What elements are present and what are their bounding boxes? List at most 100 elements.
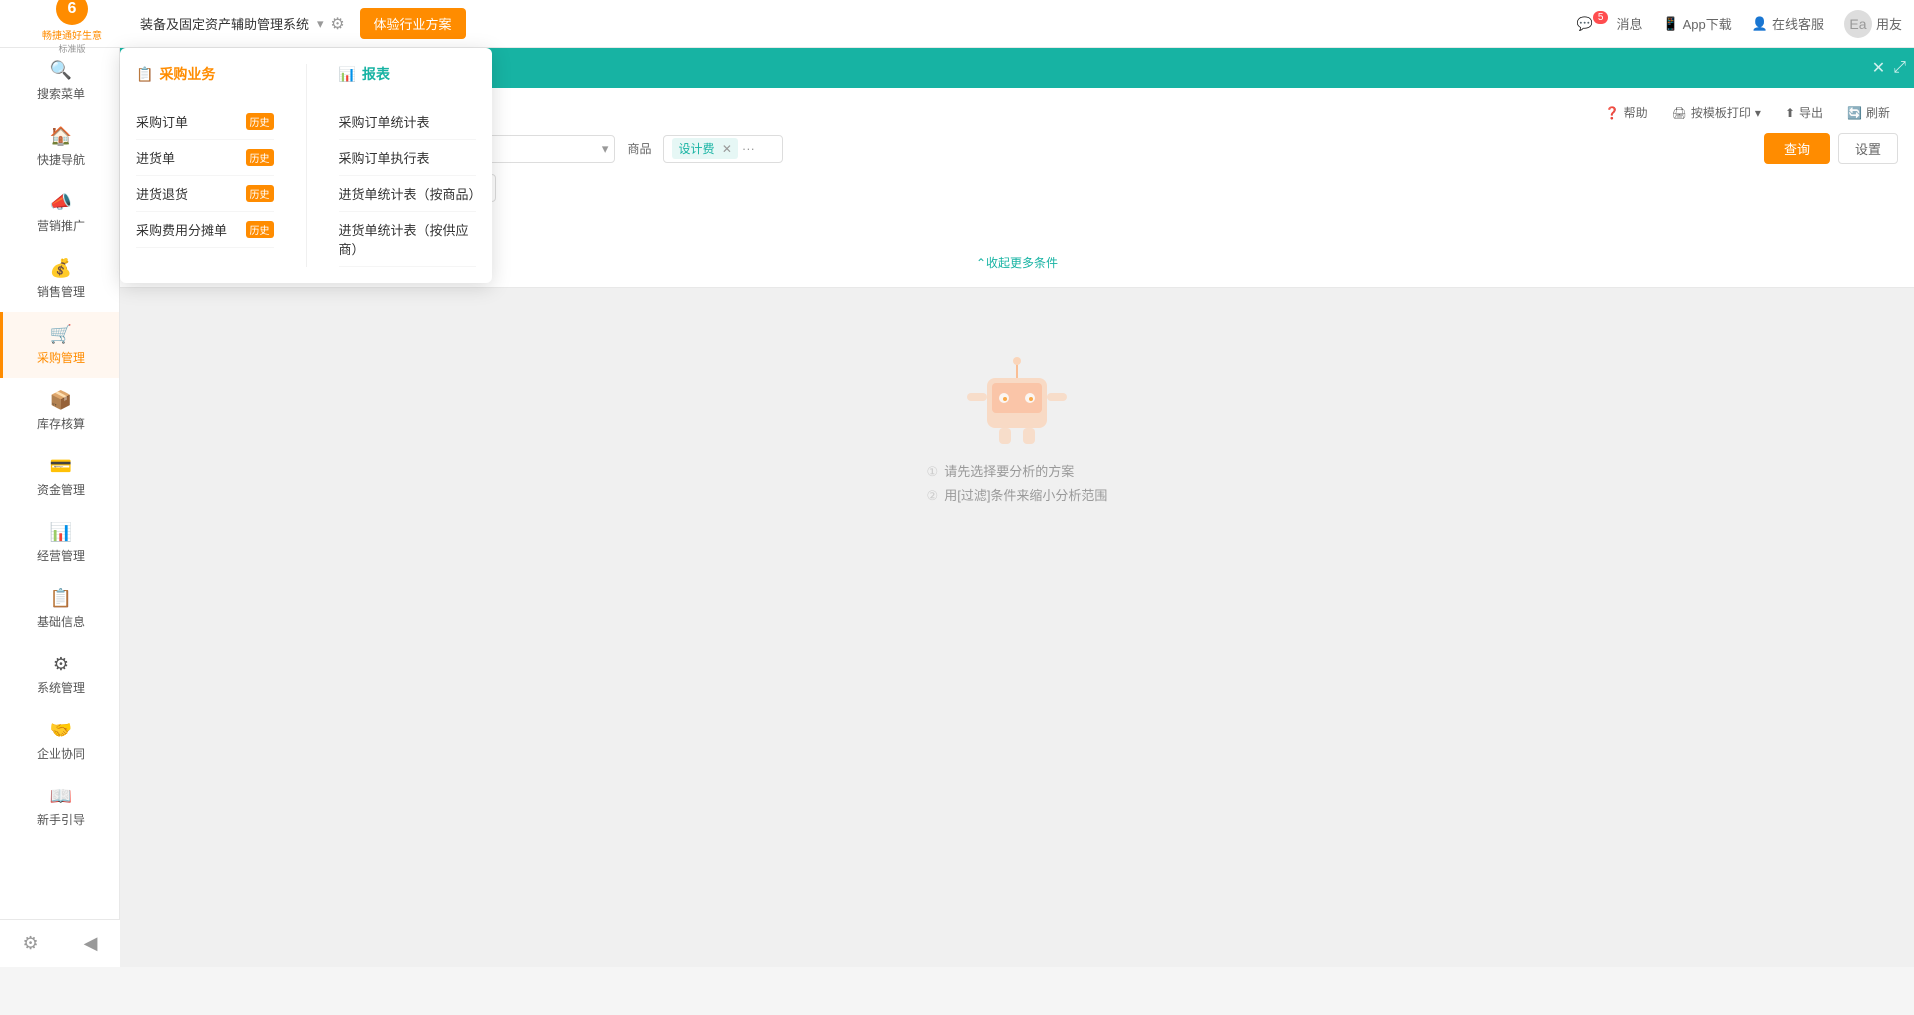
print-btn[interactable]: 🖨 按模板打印 ▾ — [1664, 100, 1769, 125]
sidebar-item-finance[interactable]: 💳 资金管理 — [0, 444, 119, 510]
sidebar: 🔍 搜索菜单 🏠 快捷导航 📣 营销推广 💰 销售管理 🛒 采购管理 📦 库存核… — [0, 48, 120, 967]
industry-solution-btn[interactable]: 体验行业方案 — [360, 8, 466, 39]
basic-icon: 📋 — [50, 588, 72, 609]
goods-filter: 设计费 ✕ ··· — [663, 135, 783, 163]
message-badge: 5 — [1593, 11, 1609, 24]
sidebar-item-search[interactable]: 🔍 搜索菜单 — [0, 48, 119, 114]
empty-hint-1: ① 请先选择要分析的方案 ② 用[过滤]条件来缩小分析范围 — [927, 460, 1108, 508]
goods-label: 商品 — [627, 140, 651, 157]
purchase-dropdown-menu: 📋 采购业务 采购订单 历史 进货单 历史 进货退货 历史 采购费用分摊单 历史… — [120, 48, 492, 283]
report-col-title-text: 报表 — [362, 64, 390, 84]
empty-state-illustration — [957, 348, 1077, 448]
purchase-col-icon: 📋 — [136, 66, 153, 83]
sidebar-item-sales[interactable]: 💰 销售管理 — [0, 246, 119, 312]
online-service-btn[interactable]: 👤 在线客服 — [1752, 14, 1824, 33]
user-label: 用友 — [1876, 14, 1902, 33]
service-icon: 👤 — [1752, 16, 1768, 32]
purchase-order-label: 采购订单 — [136, 112, 188, 131]
brand-name: 畅捷通好生意 — [42, 27, 102, 42]
brand-version: 标准版 — [58, 42, 85, 55]
dropdown-item-purchase-order-stats[interactable]: 采购订单统计表 — [339, 104, 477, 140]
sidebar-item-purchase[interactable]: 🛒 采购管理 — [0, 312, 119, 378]
app-download-btn[interactable]: 📱 App下载 — [1662, 14, 1731, 33]
sidebar-item-basic[interactable]: 📋 基础信息 — [0, 576, 119, 642]
purchase-icon: 🛒 — [50, 324, 72, 345]
settings-btn[interactable]: 设置 — [1838, 133, 1898, 164]
sidebar-label-purchase: 采购管理 — [37, 349, 85, 366]
dropdown-divider — [306, 64, 307, 267]
sidebar-item-guide[interactable]: 📖 新手引导 — [0, 774, 119, 840]
tab-maximize-icon[interactable]: ⤢ — [1893, 59, 1906, 77]
message-btn[interactable]: 💬 5 消息 — [1577, 14, 1643, 33]
purchase-in-label: 进货单 — [136, 148, 175, 167]
dropdown-item-purchase-expense[interactable]: 采购费用分摊单 历史 — [136, 212, 274, 248]
purchase-return-history-badge: 历史 — [246, 185, 274, 202]
query-btn[interactable]: 查询 — [1764, 133, 1830, 164]
tab-window-close-icon[interactable]: ✕ — [1872, 58, 1885, 78]
phone-icon: 📱 — [1662, 16, 1678, 32]
dropdown-item-in-stats-supplier[interactable]: 进货单统计表（按供应商） — [339, 212, 477, 267]
sidebar-item-business[interactable]: 📊 经营管理 — [0, 510, 119, 576]
sidebar-label-finance: 资金管理 — [37, 481, 85, 498]
sidebar-item-collab[interactable]: 🤝 企业协同 — [0, 708, 119, 774]
dropdown-item-purchase-order-exec[interactable]: 采购订单执行表 — [339, 140, 477, 176]
sidebar-label-sales: 销售管理 — [37, 283, 85, 300]
print-arrow-icon: ▾ — [1755, 106, 1761, 120]
collapse-label: 收起更多条件 — [986, 254, 1058, 271]
goods-more-dots[interactable]: ··· — [742, 141, 755, 156]
sidebar-item-marketing[interactable]: 📣 营销推广 — [0, 180, 119, 246]
sidebar-label-search: 搜索菜单 — [37, 85, 85, 102]
export-btn[interactable]: ⬆ 导出 — [1777, 100, 1831, 125]
help-icon: ❓ — [1605, 106, 1620, 120]
export-label: 导出 — [1799, 104, 1823, 121]
app-download-label: App下载 — [1683, 14, 1732, 33]
search-icon: 🔍 — [50, 60, 72, 81]
print-icon: 🖨 — [1672, 106, 1687, 120]
purchase-order-stats-label: 采购订单统计表 — [339, 112, 430, 131]
dropdown-item-in-stats-goods[interactable]: 进货单统计表（按商品） — [339, 176, 477, 212]
inventory-icon: 📦 — [50, 390, 72, 411]
settings-gear-btn[interactable]: ⚙ — [324, 10, 352, 38]
sales-icon: 💰 — [50, 258, 72, 279]
system-icon: ⚙ — [53, 654, 69, 675]
system-title-text: 装备及固定资产辅助管理系统 — [140, 14, 309, 33]
message-label: 消息 — [1616, 14, 1642, 33]
export-icon: ⬆ — [1785, 106, 1795, 120]
sidebar-bottom: ⚙ ◀ — [0, 919, 120, 967]
dropdown-item-purchase-order[interactable]: 采购订单 历史 — [136, 104, 274, 140]
purchase-expense-label: 采购费用分摊单 — [136, 220, 227, 239]
sidebar-collapse-btn[interactable]: ◀ — [84, 933, 98, 954]
refresh-btn[interactable]: 🔄 刷新 — [1839, 100, 1898, 125]
goods-tag-close[interactable]: ✕ — [722, 142, 732, 156]
guide-icon: 📖 — [50, 786, 72, 807]
sidebar-settings-btn[interactable]: ⚙ — [23, 933, 39, 954]
online-service-label: 在线客服 — [1772, 14, 1824, 33]
help-label: 帮助 — [1624, 104, 1648, 121]
sidebar-label-guide: 新手引导 — [37, 811, 85, 828]
sidebar-label-quick: 快捷导航 — [37, 151, 85, 168]
sidebar-item-inventory[interactable]: 📦 库存核算 — [0, 378, 119, 444]
sidebar-label-business: 经营管理 — [37, 547, 85, 564]
home-icon: 🏠 — [50, 126, 72, 147]
print-label: 按模板打印 — [1691, 104, 1751, 121]
purchase-col-title-text: 采购业务 — [159, 64, 215, 84]
dropdown-item-purchase-in[interactable]: 进货单 历史 — [136, 140, 274, 176]
purchase-order-exec-label: 采购订单执行表 — [339, 148, 430, 167]
purchase-col: 📋 采购业务 采购订单 历史 进货单 历史 进货退货 历史 采购费用分摊单 历史 — [136, 64, 274, 267]
purchase-return-label: 进货退货 — [136, 184, 188, 203]
goods-tag: 设计费 ✕ — [672, 138, 737, 159]
logo-area: 6 畅捷通好生意 标准版 — [12, 0, 132, 55]
collab-icon: 🤝 — [50, 720, 72, 741]
business-icon: 📊 — [50, 522, 72, 543]
help-btn[interactable]: ❓ 帮助 — [1597, 100, 1656, 125]
bill-status-select-arrow: ▾ — [602, 141, 609, 157]
empty-state: ① 请先选择要分析的方案 ② 用[过滤]条件来缩小分析范围 — [120, 348, 1914, 508]
purchase-expense-history-badge: 历史 — [246, 221, 274, 238]
purchase-in-history-badge: 历史 — [246, 149, 274, 166]
sidebar-item-system[interactable]: ⚙ 系统管理 — [0, 642, 119, 708]
dropdown-item-purchase-return[interactable]: 进货退货 历史 — [136, 176, 274, 212]
user-area[interactable]: Ea 用友 — [1844, 10, 1902, 38]
sidebar-item-quick[interactable]: 🏠 快捷导航 — [0, 114, 119, 180]
report-col-title: 📊 报表 — [339, 64, 477, 92]
system-title-area: 装备及固定资产辅助管理系统 ▾ — [140, 14, 324, 33]
